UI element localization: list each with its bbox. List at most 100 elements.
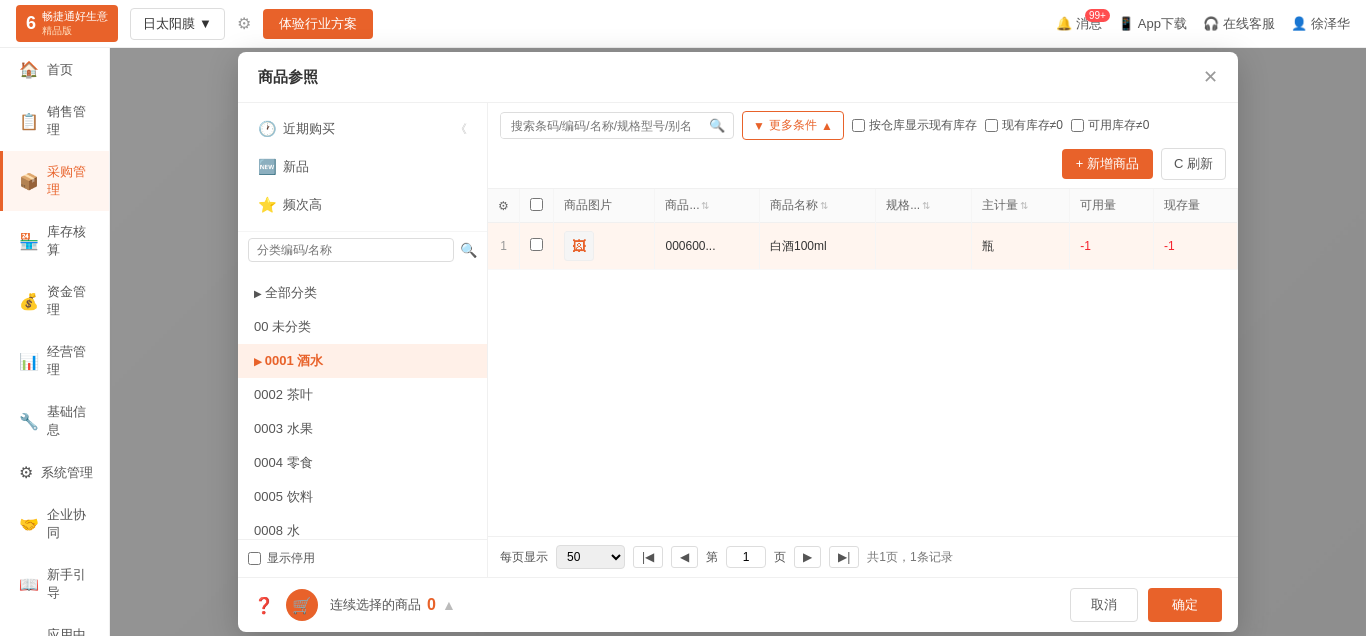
modal-close-button[interactable]: ✕ bbox=[1203, 66, 1218, 88]
product-search-input[interactable] bbox=[501, 114, 701, 138]
row-stock-cell: -1 bbox=[1154, 223, 1238, 270]
sidebar-item-system[interactable]: ⚙ 系统管理 bbox=[0, 451, 109, 494]
modal-left-panel: 🕐 近期购买 《 🆕 新品 ⭐ 频次高 bbox=[238, 103, 488, 577]
sidebar-item-operations[interactable]: 📊 经营管理 bbox=[0, 331, 109, 391]
selected-count: 0 bbox=[427, 596, 436, 614]
add-product-button[interactable]: + 新增商品 bbox=[1062, 149, 1153, 179]
show-disabled-label[interactable]: 显示停用 bbox=[267, 550, 315, 567]
more-conditions-button[interactable]: ▼ 更多条件 ▲ bbox=[742, 111, 844, 140]
new-products-button[interactable]: 🆕 新品 bbox=[248, 151, 477, 183]
sidebar-label-enterprise: 企业协同 bbox=[47, 506, 93, 542]
modal-header: 商品参照 ✕ bbox=[238, 52, 1238, 103]
category-all-label: 全部分类 bbox=[265, 285, 317, 300]
category-drinks[interactable]: 0005 饮料 bbox=[238, 480, 487, 514]
th-settings[interactable]: ⚙ bbox=[488, 189, 520, 223]
prev-page-button[interactable]: ◀ bbox=[671, 546, 698, 568]
sidebar-item-apps[interactable]: 📱 应用中心 bbox=[0, 614, 109, 636]
sidebar-label-operations: 经营管理 bbox=[47, 343, 93, 379]
sidebar-label-finance: 资金管理 bbox=[47, 283, 93, 319]
table-row[interactable]: 1 🖼 000600... 白酒100ml 瓶 bbox=[488, 223, 1238, 270]
collapse-selected-icon[interactable]: ▲ bbox=[442, 597, 456, 613]
th-checkbox[interactable] bbox=[520, 189, 554, 223]
category-tea[interactable]: 0002 茶叶 bbox=[238, 378, 487, 412]
finance-icon: 💰 bbox=[19, 292, 39, 311]
store-dropdown[interactable]: 日太阳膜 ▼ bbox=[130, 8, 225, 40]
th-unit[interactable]: 主计量⇅ bbox=[971, 189, 1070, 223]
enterprise-icon: 🤝 bbox=[19, 515, 39, 534]
available-nonzero-checkbox[interactable] bbox=[1071, 119, 1084, 132]
gear-icon[interactable]: ⚙ bbox=[237, 14, 251, 33]
row-checkbox[interactable] bbox=[530, 238, 543, 251]
row-checkbox-cell[interactable] bbox=[520, 223, 554, 270]
sidebar-item-sales[interactable]: 📋 销售管理 bbox=[0, 91, 109, 151]
last-page-button[interactable]: ▶| bbox=[829, 546, 859, 568]
message-badge: 99+ bbox=[1085, 9, 1110, 22]
sidebar-item-finance[interactable]: 💰 资金管理 bbox=[0, 271, 109, 331]
category-snack[interactable]: 0004 零食 bbox=[238, 446, 487, 480]
stock-nonzero-checkbox[interactable] bbox=[985, 119, 998, 132]
category-fruit-label: 0003 水果 bbox=[254, 421, 313, 436]
category-fruit[interactable]: 0003 水果 bbox=[238, 412, 487, 446]
category-search-icon[interactable]: 🔍 bbox=[460, 242, 477, 258]
row-spec-cell bbox=[876, 223, 972, 270]
frequent-button[interactable]: ⭐ 频次高 bbox=[248, 189, 477, 221]
cart-icon[interactable]: 🛒 bbox=[286, 589, 318, 621]
purchase-icon: 📦 bbox=[19, 172, 39, 191]
th-code[interactable]: 商品...⇅ bbox=[655, 189, 759, 223]
messages-button[interactable]: 🔔 消息 99+ bbox=[1056, 15, 1102, 33]
confirm-button[interactable]: 确定 bbox=[1148, 588, 1222, 622]
help-icon[interactable]: ❓ bbox=[254, 596, 274, 615]
th-available: 可用量 bbox=[1070, 189, 1154, 223]
recent-purchase-button[interactable]: 🕐 近期购买 《 bbox=[248, 113, 477, 145]
row-num: 1 bbox=[488, 223, 520, 270]
chevron-down-icon: ▼ bbox=[199, 16, 212, 31]
th-stock: 现存量 bbox=[1154, 189, 1238, 223]
page-number-input[interactable] bbox=[726, 546, 766, 568]
sidebar-item-guide[interactable]: 📖 新手引导 bbox=[0, 554, 109, 614]
filter-icon: ▼ bbox=[753, 119, 765, 133]
sidebar-item-purchase[interactable]: 📦 采购管理 bbox=[0, 151, 109, 211]
sidebar-label-system: 系统管理 bbox=[41, 464, 93, 482]
refresh-button[interactable]: C 刷新 bbox=[1161, 148, 1226, 180]
sidebar-item-inventory[interactable]: 🏪 库存核算 bbox=[0, 211, 109, 271]
category-liquor[interactable]: 0001 酒水 bbox=[238, 344, 487, 378]
headset-icon: 🎧 bbox=[1203, 16, 1219, 31]
sales-icon: 📋 bbox=[19, 112, 39, 131]
warehouse-filter-checkbox[interactable] bbox=[852, 119, 865, 132]
page-size-select[interactable]: 50 100 200 bbox=[556, 545, 625, 569]
online-service-button[interactable]: 🎧 在线客服 bbox=[1203, 15, 1275, 33]
next-page-button[interactable]: ▶ bbox=[794, 546, 821, 568]
page-label-suffix: 页 bbox=[774, 549, 786, 566]
sidebar-item-home[interactable]: 🏠 首页 bbox=[0, 48, 109, 91]
modal-action-buttons: 取消 确定 bbox=[1070, 588, 1222, 622]
available-nonzero-label[interactable]: 可用库存≠0 bbox=[1071, 117, 1149, 134]
quick-links: 🕐 近期购买 《 🆕 新品 ⭐ 频次高 bbox=[238, 103, 487, 231]
logo[interactable]: 6 畅捷通好生意 精品版 bbox=[16, 5, 118, 41]
th-spec[interactable]: 规格...⇅ bbox=[876, 189, 972, 223]
user-menu[interactable]: 👤 徐泽华 bbox=[1291, 15, 1350, 33]
category-uncategorized[interactable]: 00 未分类 bbox=[238, 310, 487, 344]
sidebar-item-enterprise[interactable]: 🤝 企业协同 bbox=[0, 494, 109, 554]
inventory-icon: 🏪 bbox=[19, 232, 39, 251]
show-disabled-checkbox[interactable] bbox=[248, 552, 261, 565]
first-page-button[interactable]: |◀ bbox=[633, 546, 663, 568]
cancel-button[interactable]: 取消 bbox=[1070, 588, 1138, 622]
select-all-checkbox[interactable] bbox=[530, 198, 543, 211]
row-code-cell: 000600... bbox=[655, 223, 759, 270]
app-download-button[interactable]: 📱 App下载 bbox=[1118, 15, 1187, 33]
stock-nonzero-label[interactable]: 现有库存≠0 bbox=[985, 117, 1063, 134]
category-water[interactable]: 0008 水 bbox=[238, 514, 487, 539]
operations-icon: 📊 bbox=[19, 352, 39, 371]
modal-right-panel: 🔍 ▼ 更多条件 ▲ 按仓库显示现有库存 bbox=[488, 103, 1238, 577]
trial-button[interactable]: 体验行业方案 bbox=[263, 9, 373, 39]
th-name[interactable]: 商品名称⇅ bbox=[759, 189, 875, 223]
sort-icon-spec: ⇅ bbox=[922, 200, 930, 211]
sidebar-item-basics[interactable]: 🔧 基础信息 bbox=[0, 391, 109, 451]
app-label: App下载 bbox=[1138, 15, 1187, 33]
category-search-input[interactable] bbox=[248, 238, 454, 262]
service-label: 在线客服 bbox=[1223, 15, 1275, 33]
product-search-icon[interactable]: 🔍 bbox=[701, 113, 733, 138]
category-all[interactable]: 全部分类 bbox=[238, 276, 487, 310]
sort-icon-unit: ⇅ bbox=[1020, 200, 1028, 211]
warehouse-filter-label[interactable]: 按仓库显示现有库存 bbox=[852, 117, 977, 134]
